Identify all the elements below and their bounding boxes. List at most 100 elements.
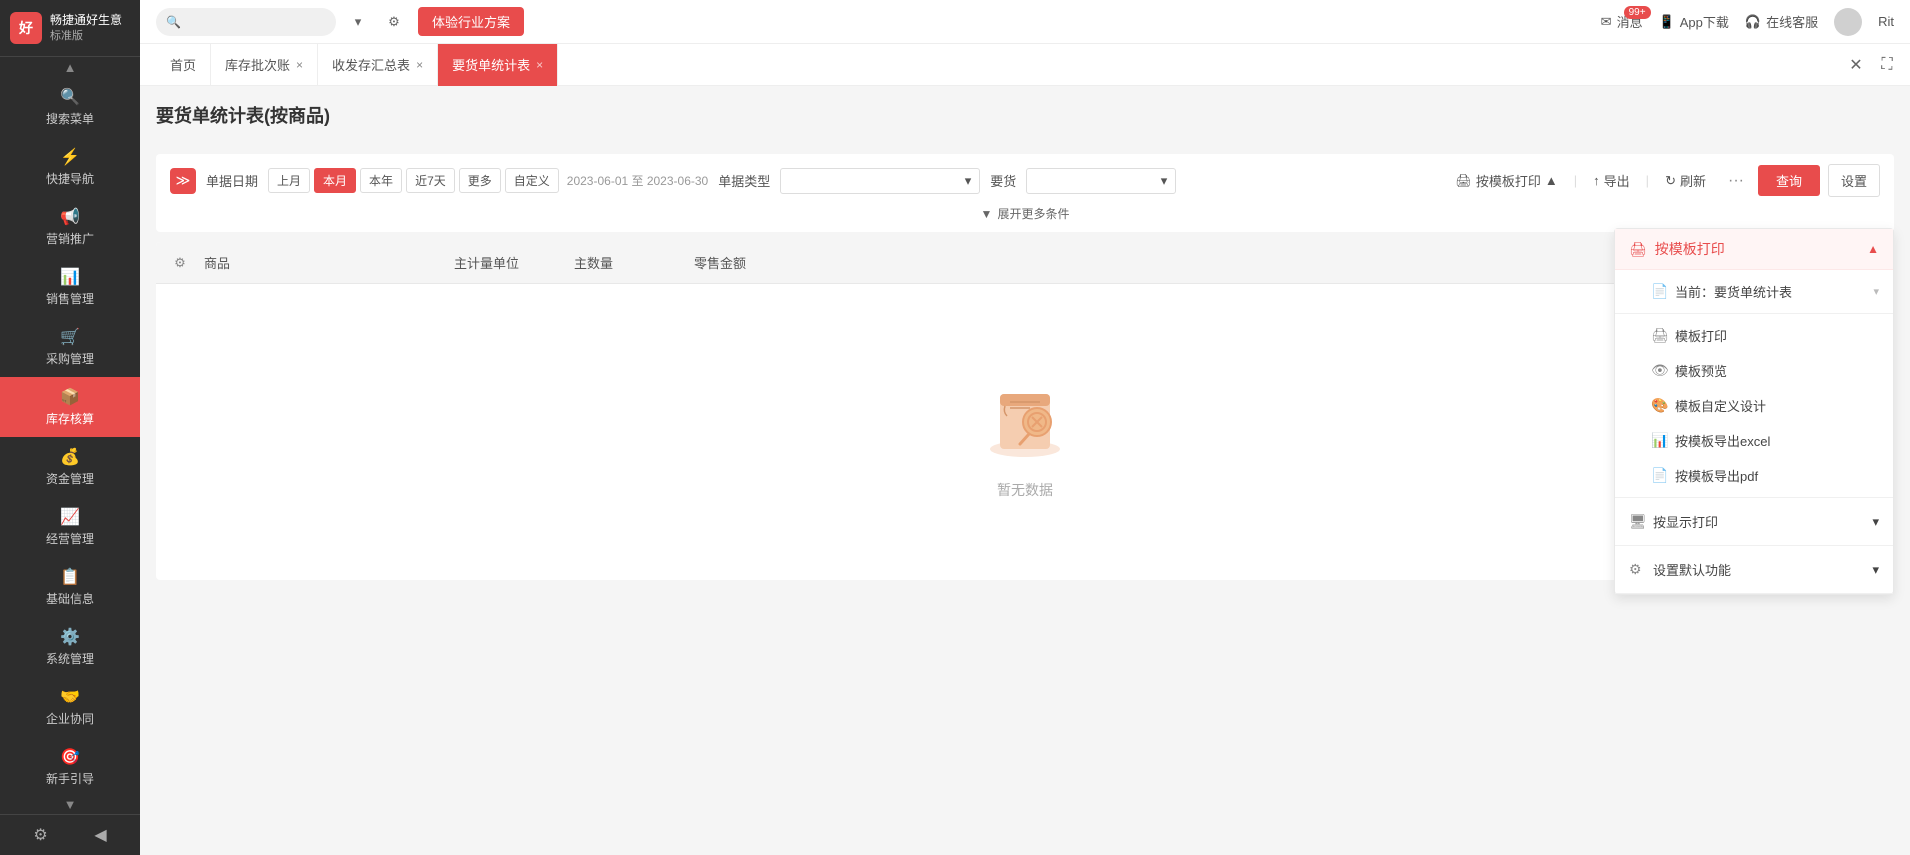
content-header: 要货单统计表(按商品) [156, 102, 1894, 142]
tab-expand-btn[interactable]: ⛶ [1874, 52, 1900, 78]
user-avatar-btn[interactable] [1834, 8, 1862, 36]
date-btn-more[interactable]: 更多 [459, 168, 501, 193]
settings-gear-icon[interactable]: ⚙ [33, 825, 47, 845]
dropdown-section-template-items: 🖨 模板打印 👁 模板预览 🎨 模板自定义设计 [1615, 314, 1893, 498]
main-area: 🔍 ▾ ⚙ 体验行业方案 ✉ 消息 99+ 📱 App下载 🎧 在线客服 [140, 0, 1910, 855]
trial-btn[interactable]: 体验行业方案 [418, 7, 524, 36]
dropdown-section-left-1: 🖥 按显示打印 [1629, 512, 1718, 531]
dropdown-close-icon[interactable]: ▲ [1867, 242, 1879, 256]
printer-icon: 🖨 [1629, 241, 1647, 258]
sidebar-item-basic[interactable]: 📋 基础信息 [0, 557, 140, 617]
expand-more-btn[interactable]: ▼ 展开更多条件 [981, 205, 1070, 222]
divider-2: | [1646, 173, 1649, 188]
goods-filter-select[interactable]: ▾ [1026, 168, 1176, 194]
sidebar-nav: 🔍 搜索菜单 ⚡ 快捷导航 📢 营销推广 📊 销售管理 🛒 采购管理 📦 库存核… [0, 77, 140, 794]
sidebar: 好 畅捷通好生意 标准版 ▲ 🔍 搜索菜单 ⚡ 快捷导航 📢 营销推广 📊 销售… [0, 0, 140, 855]
messages-btn[interactable]: ✉ 消息 99+ [1601, 12, 1643, 31]
settings-btn[interactable]: 设置 [1828, 164, 1880, 197]
dropdown-template-design[interactable]: 🎨 模板自定义设计 [1615, 388, 1893, 423]
query-btn[interactable]: 查询 [1758, 165, 1820, 196]
tab-bar: 首页 库存批次账 × 收发存汇总表 × 要货单统计表 × ✕ ⛶ [140, 44, 1910, 86]
tab-summary[interactable]: 收发存汇总表 × [318, 44, 438, 86]
guide-icon: 🎯 [60, 747, 80, 767]
sidebar-scroll-down[interactable]: ▼ [0, 794, 140, 814]
set-default-icon: ⚙ [1629, 561, 1645, 578]
date-buttons: 上月 本月 本年 近7天 更多 自定义 2023-06-01 至 2023-06… [268, 168, 708, 193]
date-btn-7days[interactable]: 近7天 [406, 168, 455, 193]
refresh-btn[interactable]: ↻ 刷新 [1657, 167, 1714, 194]
header-left: 🔍 ▾ ⚙ 体验行业方案 [156, 7, 1601, 36]
excel-icon: 📊 [1651, 432, 1667, 449]
date-btn-custom[interactable]: 自定义 [505, 168, 559, 193]
sidebar-bottom: ⚙ ◀ [0, 814, 140, 855]
sidebar-item-system[interactable]: ⚙️ 系统管理 [0, 617, 140, 677]
col-header-amount: 零售金额 [684, 253, 834, 272]
dropdown-set-default[interactable]: ⚙ 设置默认功能 ▾ [1615, 550, 1893, 589]
dropdown-header-label: 按模板打印 [1655, 239, 1725, 259]
print-btn[interactable]: 🖨 按模板打印 ▲ [1447, 167, 1565, 194]
bill-type-select[interactable]: ▾ [780, 168, 980, 194]
sidebar-item-label: 资金管理 [46, 470, 94, 487]
export-btn[interactable]: ↑ 导出 [1585, 167, 1638, 194]
sidebar-item-marketing[interactable]: 📢 营销推广 [0, 197, 140, 257]
pdf-icon: 📄 [1651, 467, 1667, 484]
sidebar-item-label: 新手引导 [46, 770, 94, 787]
dropdown-export-excel[interactable]: 📊 按模板导出excel [1615, 423, 1893, 458]
dropdown-current-template[interactable]: 📄 当前：要货单统计表 ▾ [1615, 274, 1893, 309]
filter-expand-btn[interactable]: ≫ [170, 168, 196, 194]
sidebar-item-purchase[interactable]: 🛒 采购管理 [0, 317, 140, 377]
tab-inventory-batch[interactable]: 库存批次账 × [211, 44, 318, 86]
sidebar-item-search[interactable]: 🔍 搜索菜单 [0, 77, 140, 137]
dropdown-export-pdf[interactable]: 📄 按模板导出pdf [1615, 458, 1893, 493]
online-service-label: 在线客服 [1766, 12, 1818, 31]
col-header-qty: 主数量 [564, 253, 684, 272]
table-settings-btn[interactable]: ⚙ [166, 249, 194, 277]
dropdown-header-left: 🖨 按模板打印 [1629, 239, 1725, 259]
tab-order-stats-label: 要货单统计表 [452, 55, 530, 74]
dropdown-set-default-label: 设置默认功能 [1653, 560, 1731, 579]
username-label[interactable]: Rit [1878, 14, 1894, 29]
dropdown-export-pdf-label: 按模板导出pdf [1675, 466, 1758, 485]
sidebar-collapse-icon[interactable]: ◀ [94, 825, 106, 845]
divider-1: | [1574, 173, 1577, 188]
app-download-icon: 📱 [1659, 14, 1675, 30]
tab-home[interactable]: 首页 [156, 44, 211, 86]
sidebar-item-finance[interactable]: 💰 资金管理 [0, 437, 140, 497]
search-icon: 🔍 [60, 87, 80, 107]
header-dropdown-btn[interactable]: ▾ [346, 10, 370, 34]
tab-summary-close[interactable]: × [416, 58, 423, 72]
filter-bar: ≫ 单据日期 上月 本月 本年 近7天 更多 自定义 2023-06-01 至 … [156, 154, 1894, 232]
app-download-btn[interactable]: 📱 App下载 [1659, 12, 1729, 31]
tab-inventory-batch-close[interactable]: × [296, 58, 303, 72]
app-name: 畅捷通好生意 标准版 [50, 13, 122, 43]
tab-order-stats[interactable]: 要货单统计表 × [438, 44, 558, 86]
sidebar-scroll-up[interactable]: ▲ [0, 57, 140, 77]
date-btn-last-month[interactable]: 上月 [268, 168, 310, 193]
sidebar-item-label: 采购管理 [46, 350, 94, 367]
sidebar-item-sales[interactable]: 📊 销售管理 [0, 257, 140, 317]
sidebar-item-guide[interactable]: 🎯 新手引导 [0, 737, 140, 794]
search-bar[interactable]: 🔍 [156, 8, 336, 36]
header-gear-btn[interactable]: ⚙ [380, 8, 408, 36]
sidebar-item-inventory[interactable]: 📦 库存核算 [0, 377, 140, 437]
online-service-btn[interactable]: 🎧 在线客服 [1745, 12, 1818, 31]
dropdown-template-print[interactable]: 🖨 模板打印 [1615, 318, 1893, 353]
dropdown-item-left-6: 📄 按模板导出pdf [1651, 466, 1758, 485]
tab-close-all-btn[interactable]: ✕ [1843, 52, 1869, 78]
set-default-arrow: ▾ [1872, 562, 1879, 578]
dropdown-header[interactable]: 🖨 按模板打印 ▲ [1615, 229, 1893, 270]
date-btn-this-month[interactable]: 本月 [314, 168, 356, 193]
sidebar-item-collab[interactable]: 🤝 企业协同 [0, 677, 140, 737]
finance-icon: 💰 [60, 447, 80, 467]
sidebar-item-business[interactable]: 📈 经营管理 [0, 497, 140, 557]
sidebar-item-shortcut[interactable]: ⚡ 快捷导航 [0, 137, 140, 197]
dropdown-template-preview[interactable]: 👁 模板预览 [1615, 353, 1893, 388]
dropdown-display-print[interactable]: 🖥 按显示打印 ▾ [1615, 502, 1893, 541]
tab-inventory-batch-label: 库存批次账 [225, 55, 290, 74]
date-filter-label: 单据日期 [206, 171, 258, 190]
more-options-btn[interactable]: ··· [1722, 168, 1750, 194]
date-btn-this-year[interactable]: 本年 [360, 168, 402, 193]
current-template-label: 当前：要货单统计表 [1675, 282, 1792, 301]
bill-type-arrow-icon: ▾ [965, 173, 972, 189]
tab-order-stats-close[interactable]: × [536, 58, 543, 72]
